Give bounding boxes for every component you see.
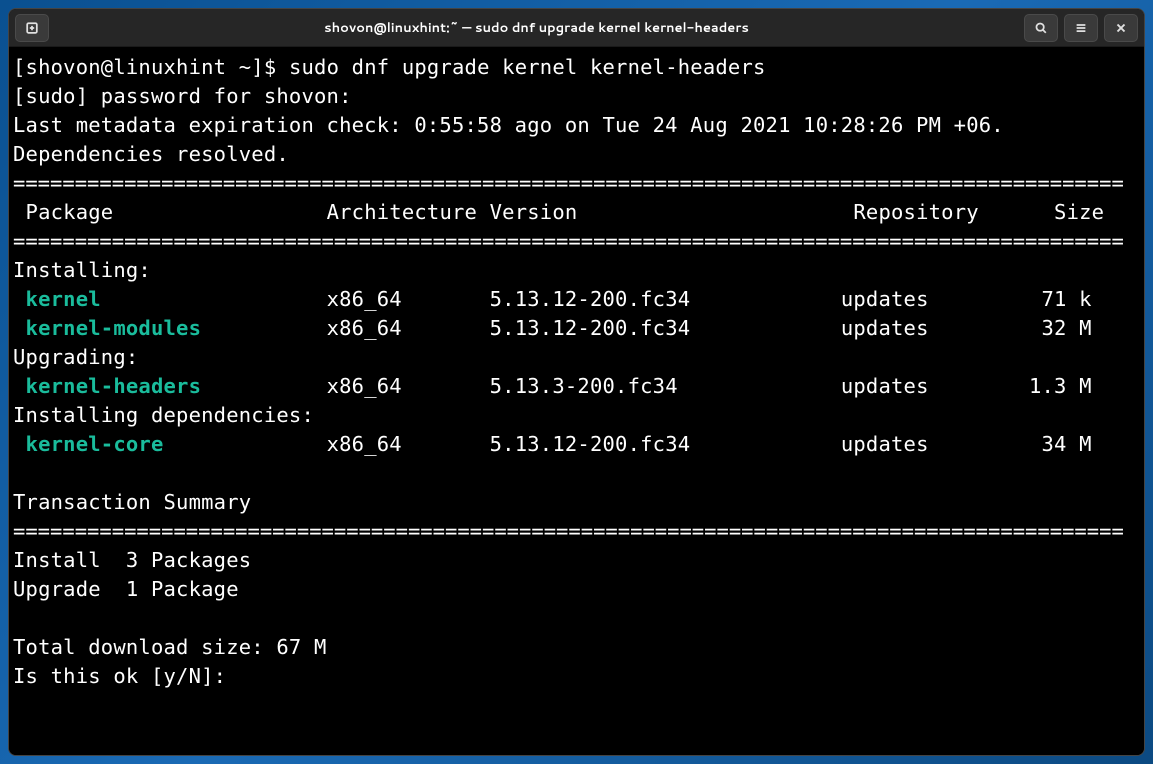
search-icon [1034,21,1048,35]
shell-prompt: [shovon@linuxhint ~]$ [13,55,289,79]
command-text: sudo dnf upgrade kernel kernel-headers [289,55,766,79]
pkg-repo: updates [841,374,929,398]
menu-button[interactable] [1064,14,1098,42]
section-deps: Installing dependencies: [13,403,314,427]
transaction-summary-title: Transaction Summary [13,490,251,514]
pkg-name: kernel [13,287,101,311]
pkg-arch: x86_64 [327,316,402,340]
pkg-name: kernel-core [13,432,164,456]
pkg-version: 5.13.12-200.fc34 [490,287,691,311]
col-package: Package [13,200,113,224]
pkg-name: kernel-headers [13,374,201,398]
close-button[interactable] [1104,14,1138,42]
pkg-version: 5.13.12-200.fc34 [490,432,691,456]
divider: ========================================… [13,519,1124,543]
terminal-output[interactable]: [shovon@linuxhint ~]$ sudo dnf upgrade k… [9,47,1144,755]
titlebar-controls [1024,14,1138,42]
divider: ========================================… [13,229,1124,253]
pkg-repo: updates [841,432,929,456]
col-arch: Architecture [327,200,478,224]
sudo-password-line: [sudo] password for shovon: [13,84,352,108]
terminal-window: shovon@linuxhint:~ — sudo dnf upgrade ke… [8,8,1145,756]
section-upgrading: Upgrading: [13,345,138,369]
summary-upgrade: Upgrade 1 Package [13,577,239,601]
hamburger-icon [1074,21,1088,35]
col-size: Size [1054,200,1104,224]
col-repo: Repository [853,200,978,224]
search-button[interactable] [1024,14,1058,42]
close-icon [1114,21,1128,35]
window-title: shovon@linuxhint:~ — sudo dnf upgrade ke… [55,19,1018,37]
total-download: Total download size: 67 M [13,635,327,659]
pkg-version: 5.13.3-200.fc34 [490,374,678,398]
pkg-size: 1.3 M [1029,374,1092,398]
pkg-name: kernel-modules [13,316,201,340]
pkg-repo: updates [841,316,929,340]
pkg-version: 5.13.12-200.fc34 [490,316,691,340]
pkg-arch: x86_64 [327,287,402,311]
pkg-size: 34 M [1029,432,1092,456]
pkg-size: 32 M [1029,316,1092,340]
new-tab-button[interactable] [15,14,49,42]
titlebar: shovon@linuxhint:~ — sudo dnf upgrade ke… [9,9,1144,47]
summary-install: Install 3 Packages [13,548,251,572]
section-installing: Installing: [13,258,151,282]
pkg-size: 71 k [1029,287,1092,311]
pkg-repo: updates [841,287,929,311]
divider: ========================================… [13,171,1124,195]
metadata-line: Last metadata expiration check: 0:55:58 … [13,113,1004,137]
pkg-arch: x86_64 [327,374,402,398]
deps-resolved-line: Dependencies resolved. [13,142,289,166]
confirm-prompt: Is this ok [y/N]: [13,664,239,688]
new-tab-icon [25,21,39,35]
col-version: Version [490,200,578,224]
pkg-arch: x86_64 [327,432,402,456]
